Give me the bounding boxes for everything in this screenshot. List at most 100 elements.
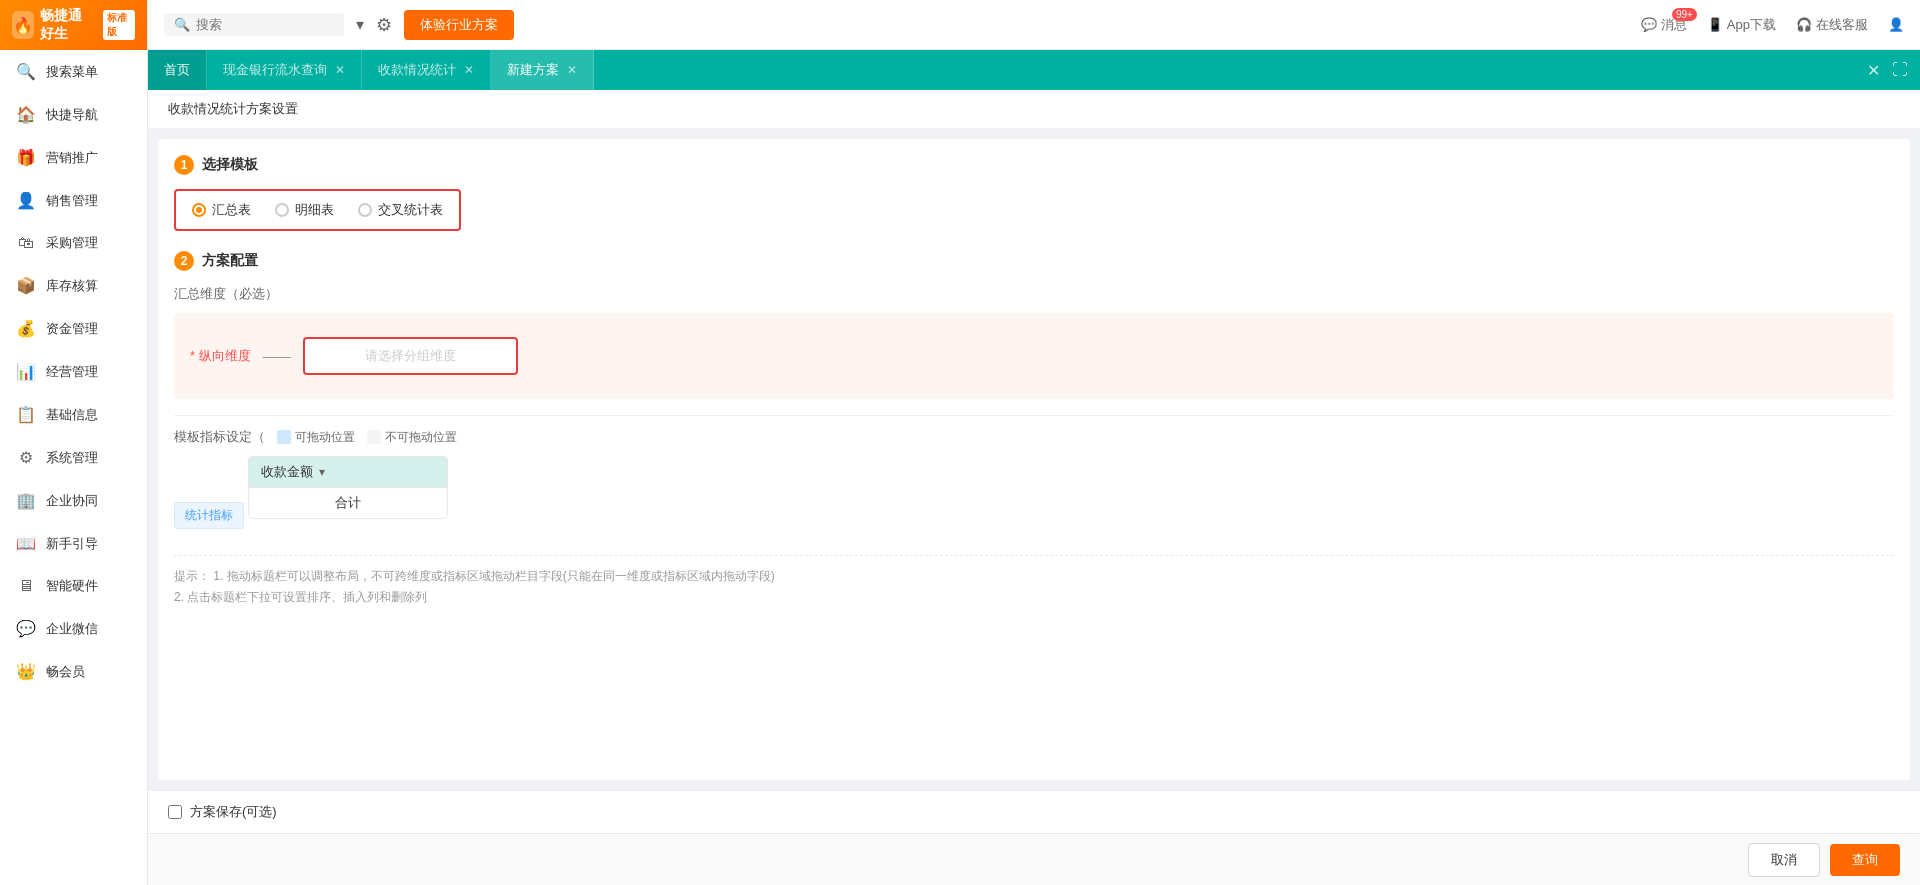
sidebar-item-hardware[interactable]: 🖥 智能硬件 bbox=[0, 565, 147, 607]
sidebar-item-label: 库存核算 bbox=[46, 277, 98, 295]
step1-section: 1 选择模板 汇总表 明细表 交叉统计表 bbox=[174, 155, 1894, 231]
cancel-button[interactable]: 取消 bbox=[1748, 843, 1820, 877]
metrics-grid-header[interactable]: 收款金额 ▾ bbox=[249, 457, 447, 488]
step2-number: 2 bbox=[174, 251, 194, 271]
topbar-right: 💬 消息 99+ 📱 App下载 🎧 在线客服 👤 bbox=[1641, 16, 1904, 34]
sidebar-logo: 🔥 畅捷通好生 标准版 bbox=[0, 0, 147, 50]
radio-summary[interactable]: 汇总表 bbox=[192, 201, 251, 219]
sidebar-item-member[interactable]: 👑 畅会员 bbox=[0, 650, 147, 693]
page-body: 1 选择模板 汇总表 明细表 交叉统计表 bbox=[158, 139, 1910, 780]
draggable-icon bbox=[277, 430, 291, 444]
close-window-icon[interactable]: ✕ bbox=[1867, 61, 1880, 80]
step2-title: 方案配置 bbox=[202, 252, 258, 270]
sidebar-item-sales[interactable]: 👤 销售管理 bbox=[0, 179, 147, 222]
sidebar-item-search[interactable]: 🔍 搜索菜单 bbox=[0, 50, 147, 93]
trial-button[interactable]: 体验行业方案 bbox=[404, 10, 514, 40]
bottom-bar: 取消 查询 bbox=[148, 833, 1920, 885]
metrics-section: 模板指标设定（ 可拖动位置 不可拖动位置 统计指标 收款金额 bbox=[174, 415, 1894, 535]
step1-number: 1 bbox=[174, 155, 194, 175]
radio-detail[interactable]: 明细表 bbox=[275, 201, 334, 219]
not-draggable-label: 不可拖动位置 bbox=[385, 429, 457, 446]
page-header: 收款情况统计方案设置 bbox=[148, 90, 1920, 129]
radio-label-cross: 交叉统计表 bbox=[378, 201, 443, 219]
metrics-header: 模板指标设定（ 可拖动位置 不可拖动位置 bbox=[174, 428, 1894, 446]
tab-new[interactable]: 新建方案 ✕ bbox=[491, 50, 594, 90]
sidebar-item-label: 智能硬件 bbox=[46, 577, 98, 595]
sidebar-item-guide[interactable]: 📖 新手引导 bbox=[0, 522, 147, 565]
search-input[interactable] bbox=[196, 17, 316, 32]
dimension-placeholder[interactable]: 请选择分组维度 bbox=[303, 337, 518, 375]
step2-section: 2 方案配置 汇总维度（必选） * 纵向维度 —— 请选择分组维度 bbox=[174, 251, 1894, 606]
monitor-icon: 🖥 bbox=[16, 577, 36, 595]
sidebar-item-purchase[interactable]: 🛍 采购管理 bbox=[0, 222, 147, 264]
bag-icon: 🛍 bbox=[16, 234, 36, 252]
tab-bank[interactable]: 现金银行流水查询 ✕ bbox=[207, 50, 362, 90]
draggable-badge: 可拖动位置 bbox=[277, 429, 355, 446]
sidebar-menu: 🔍 搜索菜单 🏠 快捷导航 🎁 营销推广 👤 销售管理 🛍 采购管理 📦 库存核… bbox=[0, 50, 147, 885]
tab-close-bank[interactable]: ✕ bbox=[335, 63, 345, 77]
chevron-down-icon[interactable]: ▾ bbox=[319, 465, 325, 479]
tab-stats[interactable]: 收款情况统计 ✕ bbox=[362, 50, 491, 90]
sidebar-item-wechat[interactable]: 💬 企业微信 bbox=[0, 607, 147, 650]
sidebar-item-label: 基础信息 bbox=[46, 406, 98, 424]
sidebar-item-label: 系统管理 bbox=[46, 449, 98, 467]
tab-close-stats[interactable]: ✕ bbox=[464, 63, 474, 77]
radio-cross[interactable]: 交叉统计表 bbox=[358, 201, 443, 219]
sidebar-item-system[interactable]: ⚙ 系统管理 bbox=[0, 436, 147, 479]
content-area: 收款情况统计方案设置 1 选择模板 汇总表 明细表 bbox=[148, 90, 1920, 833]
sidebar-item-base[interactable]: 📋 基础信息 bbox=[0, 393, 147, 436]
sidebar-item-inventory[interactable]: 📦 库存核算 bbox=[0, 264, 147, 307]
crown-icon: 👑 bbox=[16, 662, 36, 681]
radio-circle-detail bbox=[275, 203, 289, 217]
radio-circle-cross bbox=[358, 203, 372, 217]
page-footer: 方案保存(可选) bbox=[148, 790, 1920, 833]
not-draggable-badge: 不可拖动位置 bbox=[367, 429, 457, 446]
sidebar-item-quicknav[interactable]: 🏠 快捷导航 bbox=[0, 93, 147, 136]
support-label: 在线客服 bbox=[1816, 16, 1868, 34]
metrics-col-header: 收款金额 bbox=[261, 463, 313, 481]
vertical-label: * 纵向维度 bbox=[190, 347, 251, 365]
tab-home[interactable]: 首页 bbox=[148, 50, 207, 90]
tab-close-new[interactable]: ✕ bbox=[567, 63, 577, 77]
sidebar-item-label: 畅会员 bbox=[46, 663, 85, 681]
search-icon: 🔍 bbox=[174, 17, 190, 32]
dimension-subsection: 汇总维度（必选） * 纵向维度 —— 请选择分组维度 bbox=[174, 285, 1894, 399]
save-plan-checkbox[interactable] bbox=[168, 805, 182, 819]
sidebar-item-label: 企业微信 bbox=[46, 620, 98, 638]
home-icon: 🏠 bbox=[16, 105, 36, 124]
step2-header: 2 方案配置 bbox=[174, 251, 1894, 271]
sidebar-item-operation[interactable]: 📊 经营管理 bbox=[0, 350, 147, 393]
main-area: 🔍 ▾ ⚙ 体验行业方案 💬 消息 99+ 📱 App下载 🎧 在线客服 👤 bbox=[148, 0, 1920, 885]
settings-icon[interactable]: ⚙ bbox=[376, 14, 392, 36]
template-options: 汇总表 明细表 交叉统计表 bbox=[174, 189, 461, 231]
download-item[interactable]: 📱 App下载 bbox=[1707, 16, 1776, 34]
search-icon: 🔍 bbox=[16, 62, 36, 81]
tip-text-1: 提示： 1. 拖动标题栏可以调整布局，不可跨维度或指标区域拖动栏目字段(只能在同… bbox=[174, 568, 775, 585]
not-draggable-icon bbox=[367, 430, 381, 444]
support-item[interactable]: 🎧 在线客服 bbox=[1796, 16, 1868, 34]
topbar-search-box[interactable]: 🔍 bbox=[164, 13, 344, 36]
book-icon: 📖 bbox=[16, 534, 36, 553]
dropdown-icon[interactable]: ▾ bbox=[356, 15, 364, 34]
notification-item[interactable]: 💬 消息 99+ bbox=[1641, 16, 1687, 34]
chat-icon: 💬 bbox=[16, 619, 36, 638]
query-button[interactable]: 查询 bbox=[1830, 844, 1900, 876]
sidebar-item-enterprise[interactable]: 🏢 企业协同 bbox=[0, 479, 147, 522]
sidebar-item-label: 营销推广 bbox=[46, 149, 98, 167]
tip-item-1: 提示： 1. 拖动标题栏可以调整布局，不可跨维度或指标区域拖动栏目字段(只能在同… bbox=[174, 568, 1894, 585]
gift-icon: 🎁 bbox=[16, 148, 36, 167]
radio-label-summary: 汇总表 bbox=[212, 201, 251, 219]
user-avatar[interactable]: 👤 bbox=[1888, 17, 1904, 32]
page-header-text: 收款情况统计方案设置 bbox=[168, 101, 298, 116]
sidebar-item-marketing[interactable]: 🎁 营销推广 bbox=[0, 136, 147, 179]
dimension-row: * 纵向维度 —— 请选择分组维度 bbox=[190, 337, 518, 375]
expand-window-icon[interactable]: ⛶ bbox=[1892, 61, 1908, 79]
sidebar-item-label: 资金管理 bbox=[46, 320, 98, 338]
sidebar: 🔥 畅捷通好生 标准版 🔍 搜索菜单 🏠 快捷导航 🎁 营销推广 👤 销售管理 … bbox=[0, 0, 148, 885]
gear-icon: ⚙ bbox=[16, 448, 36, 467]
step1-header: 1 选择模板 bbox=[174, 155, 1894, 175]
arrow-icon: —— bbox=[263, 348, 291, 364]
support-icon: 🎧 bbox=[1796, 17, 1812, 32]
sidebar-item-finance[interactable]: 💰 资金管理 bbox=[0, 307, 147, 350]
sidebar-item-label: 快捷导航 bbox=[46, 106, 98, 124]
